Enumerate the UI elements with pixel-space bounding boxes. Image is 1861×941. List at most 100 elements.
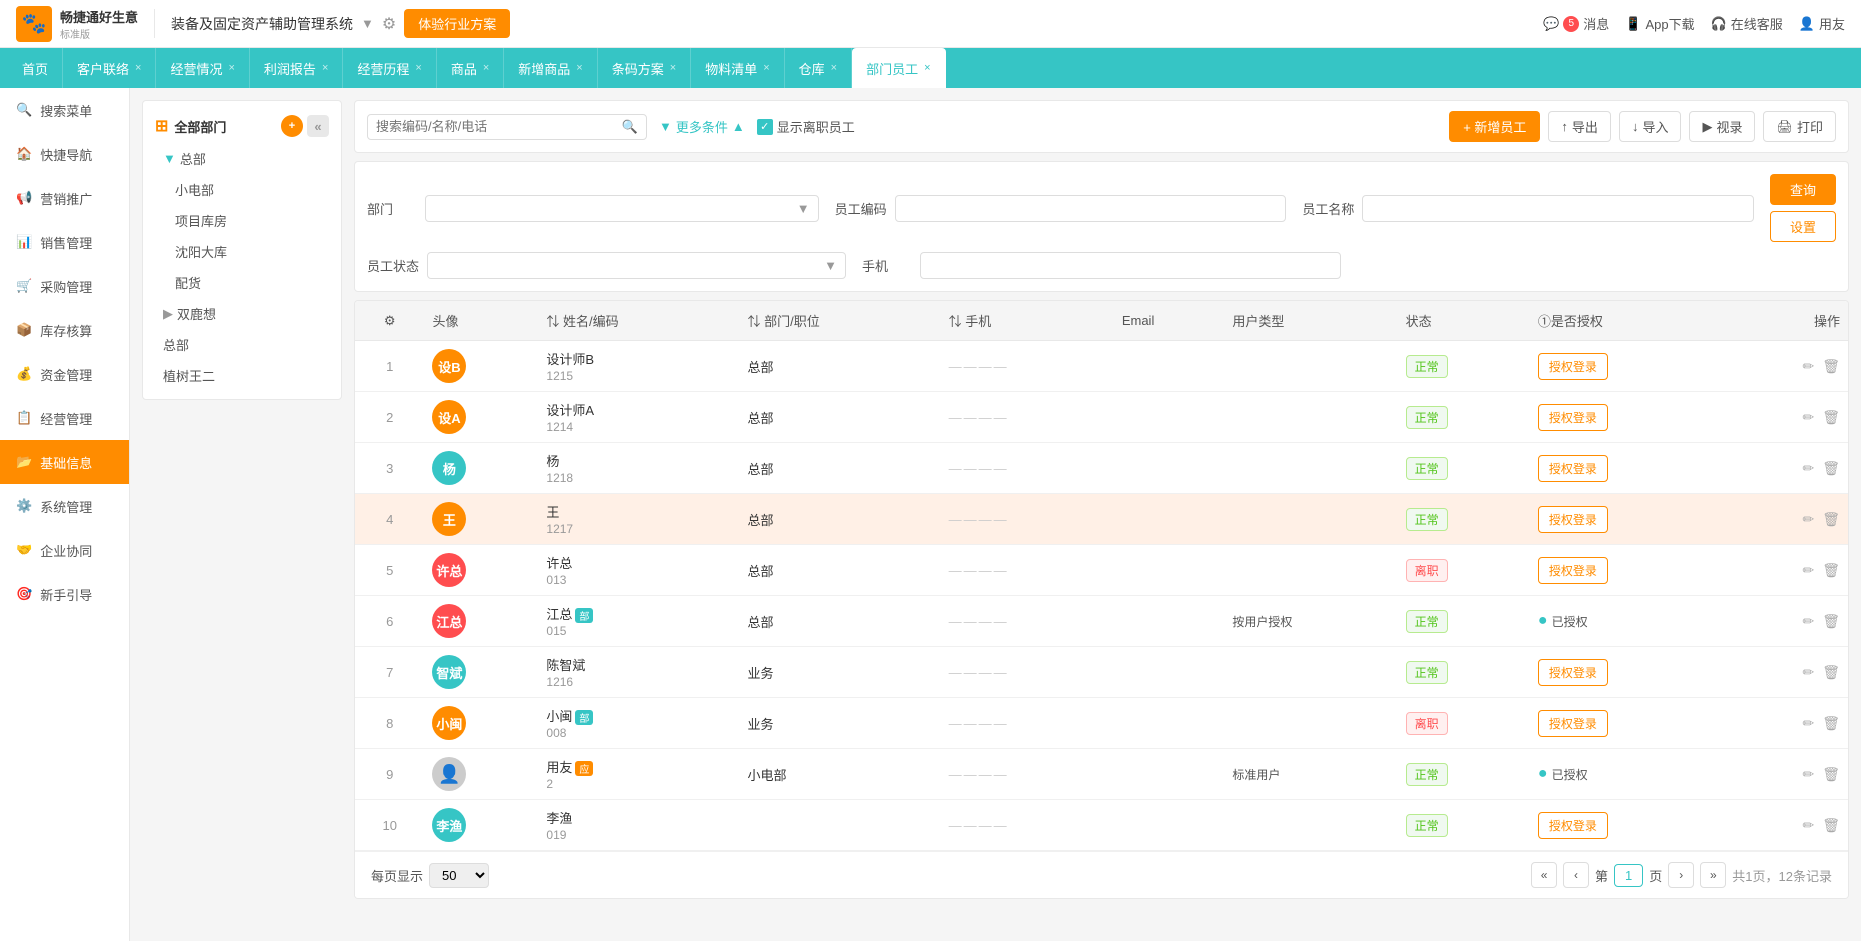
add-dept-btn[interactable]: +: [281, 115, 303, 137]
view-btn[interactable]: ▶ 视录: [1689, 111, 1755, 142]
dept-item-head[interactable]: ▼ 总部: [143, 143, 341, 174]
sidebar-item-management[interactable]: 📋 经营管理: [0, 396, 129, 440]
dept-item-double[interactable]: ▶ 双鹿想: [143, 298, 341, 329]
tab-home[interactable]: 首页: [8, 48, 63, 88]
tab-customer[interactable]: 客户联络×: [63, 48, 156, 88]
edit-icon[interactable]: ✏: [1802, 664, 1814, 681]
edit-icon[interactable]: ✏: [1802, 766, 1814, 783]
add-employee-btn[interactable]: + 新增员工: [1449, 111, 1540, 142]
edit-icon[interactable]: ✏: [1802, 715, 1814, 732]
dept-select[interactable]: ▼: [425, 195, 819, 222]
delete-icon[interactable]: 🗑: [1822, 409, 1840, 426]
first-page-btn[interactable]: «: [1531, 862, 1557, 888]
edit-icon[interactable]: ✏: [1802, 613, 1814, 630]
col-name[interactable]: ⇅ 姓名/编码: [538, 301, 739, 341]
last-page-btn[interactable]: »: [1700, 862, 1726, 888]
search-icon[interactable]: 🔍: [622, 119, 638, 135]
settings-icon[interactable]: ⚙: [382, 14, 396, 34]
sidebar-item-inventory[interactable]: 📦 库存核算: [0, 308, 129, 352]
col-dept[interactable]: ⇅ 部门/职位: [740, 301, 941, 341]
emp-status-select[interactable]: ▼: [427, 252, 846, 279]
dept-item-small-elec[interactable]: 小电部: [143, 174, 341, 205]
tab-bom[interactable]: 物料清单×: [691, 48, 784, 88]
auth-btn[interactable]: 授权登录: [1538, 812, 1608, 839]
dept-item-project[interactable]: 项目库房: [143, 205, 341, 236]
edit-icon[interactable]: ✏: [1802, 409, 1814, 426]
print-btn[interactable]: 🖨 打印: [1763, 111, 1836, 142]
page-size-select[interactable]: 50 100: [429, 863, 489, 888]
tab-warehouse[interactable]: 仓库×: [785, 48, 852, 88]
set-btn[interactable]: 设置: [1770, 211, 1836, 242]
tab-employee[interactable]: 部门员工×: [852, 48, 945, 88]
sidebar-item-system[interactable]: ⚙️ 系统管理: [0, 484, 129, 528]
close-icon[interactable]: ×: [415, 62, 421, 74]
col-phone[interactable]: ⇅ 手机: [941, 301, 1114, 341]
dept-item-shenyang[interactable]: 沈阳大库: [143, 236, 341, 267]
phone-input[interactable]: [920, 252, 1341, 279]
close-icon[interactable]: ×: [831, 62, 837, 74]
sidebar-item-sales[interactable]: 📊 销售管理: [0, 220, 129, 264]
tab-barcode[interactable]: 条码方案×: [598, 48, 691, 88]
close-icon[interactable]: ×: [483, 62, 489, 74]
more-filter-btn[interactable]: ▼ 更多条件 ▲: [659, 117, 745, 136]
prev-page-btn[interactable]: ‹: [1563, 862, 1589, 888]
import-btn[interactable]: ↓ 导入: [1619, 111, 1682, 142]
delete-icon[interactable]: 🗑: [1822, 664, 1840, 681]
close-icon[interactable]: ×: [763, 62, 769, 74]
edit-icon[interactable]: ✏: [1802, 358, 1814, 375]
sidebar-item-marketing[interactable]: 📢 营销推广: [0, 176, 129, 220]
auth-btn[interactable]: 授权登录: [1538, 557, 1608, 584]
message-btn[interactable]: 💬 5 消息: [1543, 14, 1609, 33]
tab-operation[interactable]: 经营情况×: [156, 48, 249, 88]
next-page-btn[interactable]: ›: [1668, 862, 1694, 888]
edit-icon[interactable]: ✏: [1802, 817, 1814, 834]
show-resigned-toggle[interactable]: ✓ 显示离职员工: [757, 117, 855, 136]
auth-btn[interactable]: 授权登录: [1538, 353, 1608, 380]
delete-icon[interactable]: 🗑: [1822, 613, 1840, 630]
emp-code-input[interactable]: [895, 195, 1287, 222]
close-icon[interactable]: ×: [576, 62, 582, 74]
sidebar-item-nav[interactable]: 🏠 快捷导航: [0, 132, 129, 176]
tab-history[interactable]: 经营历程×: [343, 48, 436, 88]
export-btn[interactable]: ↑ 导出: [1548, 111, 1611, 142]
auth-btn[interactable]: 授权登录: [1538, 506, 1608, 533]
close-icon[interactable]: ×: [228, 62, 234, 74]
dept-item-distribution[interactable]: 配货: [143, 267, 341, 298]
dept-item-hq[interactable]: 总部: [143, 329, 341, 360]
auth-btn[interactable]: 授权登录: [1538, 659, 1608, 686]
auth-btn[interactable]: 授权登录: [1538, 710, 1608, 737]
trial-btn[interactable]: 体验行业方案: [404, 9, 510, 38]
emp-name-input[interactable]: [1362, 195, 1754, 222]
search-input[interactable]: [376, 119, 622, 134]
sidebar-item-basic[interactable]: 📂 基础信息: [0, 440, 129, 484]
query-btn[interactable]: 查询: [1770, 174, 1836, 205]
edit-icon[interactable]: ✏: [1802, 460, 1814, 477]
online-service-btn[interactable]: 🎧 在线客服: [1711, 14, 1783, 33]
chevron-down-icon[interactable]: ▼: [361, 16, 374, 31]
collapse-panel-btn[interactable]: «: [307, 115, 329, 137]
current-page[interactable]: 1: [1614, 864, 1643, 887]
delete-icon[interactable]: 🗑: [1822, 511, 1840, 528]
user-btn[interactable]: 👤 用友: [1799, 14, 1845, 33]
tab-profit[interactable]: 利润报告×: [250, 48, 343, 88]
edit-icon[interactable]: ✏: [1802, 511, 1814, 528]
delete-icon[interactable]: 🗑: [1822, 766, 1840, 783]
delete-icon[interactable]: 🗑: [1822, 562, 1840, 579]
sidebar-item-search[interactable]: 🔍 搜索菜单: [0, 88, 129, 132]
delete-icon[interactable]: 🗑: [1822, 460, 1840, 477]
col-settings[interactable]: ⚙: [355, 301, 424, 341]
auth-btn[interactable]: 授权登录: [1538, 455, 1608, 482]
delete-icon[interactable]: 🗑: [1822, 817, 1840, 834]
auth-btn[interactable]: 授权登录: [1538, 404, 1608, 431]
tab-new-goods[interactable]: 新增商品×: [504, 48, 597, 88]
close-icon[interactable]: ×: [135, 62, 141, 74]
sidebar-item-guide[interactable]: 🎯 新手引导: [0, 572, 129, 616]
close-icon[interactable]: ×: [924, 62, 930, 74]
delete-icon[interactable]: 🗑: [1822, 715, 1840, 732]
sidebar-item-collab[interactable]: 🤝 企业协同: [0, 528, 129, 572]
sidebar-item-purchase[interactable]: 🛒 采购管理: [0, 264, 129, 308]
app-download-btn[interactable]: 📱 App下载: [1625, 14, 1694, 33]
close-icon[interactable]: ×: [670, 62, 676, 74]
dept-item-plant[interactable]: 植树王二: [143, 360, 341, 391]
tab-goods[interactable]: 商品×: [437, 48, 504, 88]
